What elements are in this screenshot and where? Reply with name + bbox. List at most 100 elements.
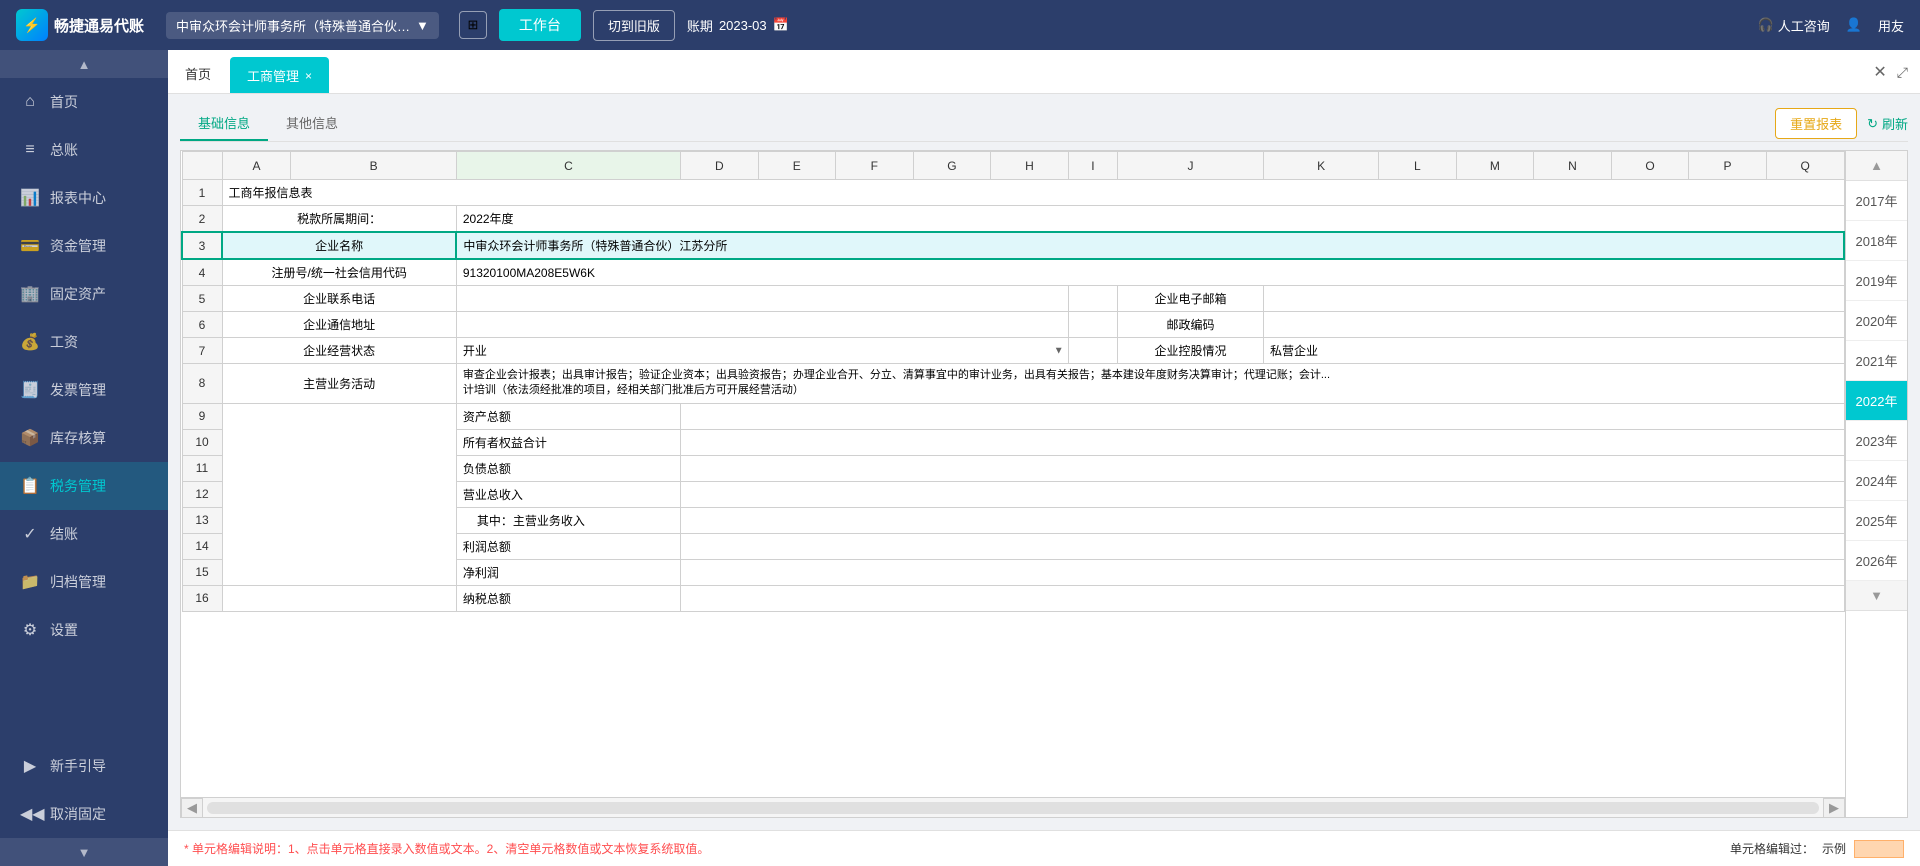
col-header-f[interactable]: F: [836, 152, 914, 180]
sub-tab-other[interactable]: 其他信息: [268, 106, 356, 141]
company-name: 中审众环会计师事务所（特殊普通合伙…: [176, 16, 410, 35]
cell-2-c[interactable]: 2022年度: [456, 206, 1844, 233]
year-item-2026[interactable]: 2026年: [1846, 541, 1907, 581]
cell-7-k[interactable]: 私营企业: [1264, 338, 1844, 364]
tab-home[interactable]: 首页: [168, 53, 228, 93]
sidebar-scroll-down[interactable]: ▼: [0, 838, 168, 866]
cell-14-d[interactable]: [681, 533, 1844, 559]
company-copy-icon[interactable]: ⊞: [459, 11, 487, 39]
cell-6-k[interactable]: [1264, 312, 1844, 338]
expand-window-icon[interactable]: ⤢: [1897, 64, 1908, 81]
workbench-button[interactable]: 工作台: [499, 9, 581, 41]
payroll-icon: 💰: [20, 332, 40, 352]
refresh-icon: ↻: [1867, 116, 1878, 132]
scroll-right-button[interactable]: ▶: [1823, 798, 1845, 818]
cell-6-c[interactable]: [456, 312, 1068, 338]
table-title-text: 工商年报信息表: [229, 186, 313, 200]
settings-icon: ⚙: [20, 620, 40, 640]
sidebar-item-payroll[interactable]: 💰 工资: [0, 318, 168, 366]
cell-4-c[interactable]: 91320100MA208E5W6K: [456, 259, 1844, 286]
cell-16-d[interactable]: [681, 585, 1844, 611]
year-item-2022[interactable]: 2022年: [1846, 381, 1907, 421]
year-item-2020[interactable]: 2020年: [1846, 301, 1907, 341]
year-item-2019[interactable]: 2019年: [1846, 261, 1907, 301]
sidebar-item-asset[interactable]: 🏢 固定资产: [0, 270, 168, 318]
year-item-2025[interactable]: 2025年: [1846, 501, 1907, 541]
logo: ⚡ 畅捷通易代账: [16, 9, 144, 41]
cell-3-c[interactable]: 中审众环会计师事务所（特殊普通合伙）江苏分所: [456, 232, 1844, 259]
service-button[interactable]: 🎧 人工咨询: [1758, 16, 1830, 35]
row-num: 4: [182, 259, 222, 286]
year-item-2018[interactable]: 2018年: [1846, 221, 1907, 261]
col-header-j[interactable]: J: [1118, 152, 1264, 180]
col-header-m[interactable]: M: [1456, 152, 1534, 180]
year-item-2017[interactable]: 2017年: [1846, 181, 1907, 221]
col-header-l[interactable]: L: [1379, 152, 1457, 180]
sidebar-item-inventory[interactable]: 📦 库存核算: [0, 414, 168, 462]
sub-tab-basic[interactable]: 基础信息: [180, 106, 268, 141]
table-title-cell[interactable]: 工商年报信息表: [222, 180, 1844, 206]
tab-close-icon[interactable]: ×: [305, 69, 312, 83]
col-header-p[interactable]: P: [1689, 152, 1767, 180]
sidebar-item-invoice[interactable]: 🧾 发票管理: [0, 366, 168, 414]
row-num: 13: [182, 507, 222, 533]
close-window-icon[interactable]: ✕: [1873, 62, 1886, 82]
cell-8-c[interactable]: 审查企业会计报表；出具审计报告；验证企业资本；出具验资报告；办理企业合开、分立、…: [456, 364, 1844, 404]
row-num: 11: [182, 455, 222, 481]
sidebar-item-settle[interactable]: ✓ 结账: [0, 510, 168, 558]
sidebar-scroll-up[interactable]: ▲: [0, 50, 168, 78]
year-item-2023[interactable]: 2023年: [1846, 421, 1907, 461]
row-num: 16: [182, 585, 222, 611]
sidebar-item-guide[interactable]: ▶ 新手引导: [0, 742, 168, 790]
scroll-left-button[interactable]: ◀: [181, 798, 203, 818]
sidebar-item-archive[interactable]: 📁 归档管理: [0, 558, 168, 606]
sidebar-label-unpin: 取消固定: [50, 804, 106, 824]
year-panel-up-btn[interactable]: ▲: [1846, 151, 1907, 181]
col-header-a[interactable]: A: [222, 152, 291, 180]
footer-edited-label: 单元格编辑过：: [1730, 840, 1814, 857]
sidebar-item-report[interactable]: 📊 报表中心: [0, 174, 168, 222]
cell-12-d[interactable]: [681, 481, 1844, 507]
col-header-k[interactable]: K: [1264, 152, 1379, 180]
sidebar-item-fund[interactable]: 💳 资金管理: [0, 222, 168, 270]
horizontal-scrollbar[interactable]: [207, 802, 1819, 814]
tax-icon: 📋: [20, 476, 40, 496]
col-header-c[interactable]: C: [456, 152, 680, 180]
footer: * 单元格编辑说明：1、点击单元格直接录入数值或文本。2、清空单元格数值或文本恢…: [168, 830, 1920, 866]
table-row: 16 纳税总额: [182, 585, 1844, 611]
cell-5-k[interactable]: [1264, 286, 1844, 312]
col-header-i[interactable]: I: [1068, 152, 1117, 180]
cell-13-d[interactable]: [681, 507, 1844, 533]
reset-button[interactable]: 重置报表: [1775, 108, 1857, 139]
sidebar-item-settings[interactable]: ⚙ 设置: [0, 606, 168, 654]
cell-5-c[interactable]: [456, 286, 1068, 312]
col-header-o[interactable]: O: [1611, 152, 1689, 180]
cell-7-c[interactable]: 开业 ▼: [456, 338, 1068, 364]
col-header-d[interactable]: D: [681, 152, 759, 180]
cell-15-d[interactable]: [681, 559, 1844, 585]
sidebar-item-ledger[interactable]: ≡ 总账: [0, 126, 168, 174]
calendar-icon[interactable]: 📅: [773, 17, 789, 33]
cell-11-d[interactable]: [681, 455, 1844, 481]
refresh-button[interactable]: ↻ 刷新: [1867, 114, 1908, 133]
bottom-scrollbar: ◀ ▶: [181, 797, 1845, 817]
col-header-b[interactable]: B: [291, 152, 456, 180]
spreadsheet-table-wrapper[interactable]: A B C D E F G H I J: [181, 151, 1845, 797]
tab-business[interactable]: 工商管理 ×: [230, 57, 329, 93]
report-icon: 📊: [20, 188, 40, 208]
col-header-h[interactable]: H: [991, 152, 1069, 180]
old-version-button[interactable]: 切到旧版: [593, 10, 675, 41]
cell-9-d[interactable]: [681, 403, 1844, 429]
col-header-e[interactable]: E: [758, 152, 836, 180]
col-header-q[interactable]: Q: [1766, 152, 1844, 180]
year-panel-down-btn[interactable]: ▼: [1846, 581, 1907, 611]
col-header-n[interactable]: N: [1534, 152, 1612, 180]
col-header-g[interactable]: G: [913, 152, 991, 180]
cell-10-d[interactable]: [681, 429, 1844, 455]
year-item-2021[interactable]: 2021年: [1846, 341, 1907, 381]
sidebar-item-home[interactable]: ⌂ 首页: [0, 78, 168, 126]
company-selector[interactable]: 中审众环会计师事务所（特殊普通合伙… ▼: [166, 12, 439, 39]
sidebar-item-unpin[interactable]: ◀◀ 取消固定: [0, 790, 168, 838]
year-item-2024[interactable]: 2024年: [1846, 461, 1907, 501]
sidebar-item-tax[interactable]: 📋 税务管理: [0, 462, 168, 510]
